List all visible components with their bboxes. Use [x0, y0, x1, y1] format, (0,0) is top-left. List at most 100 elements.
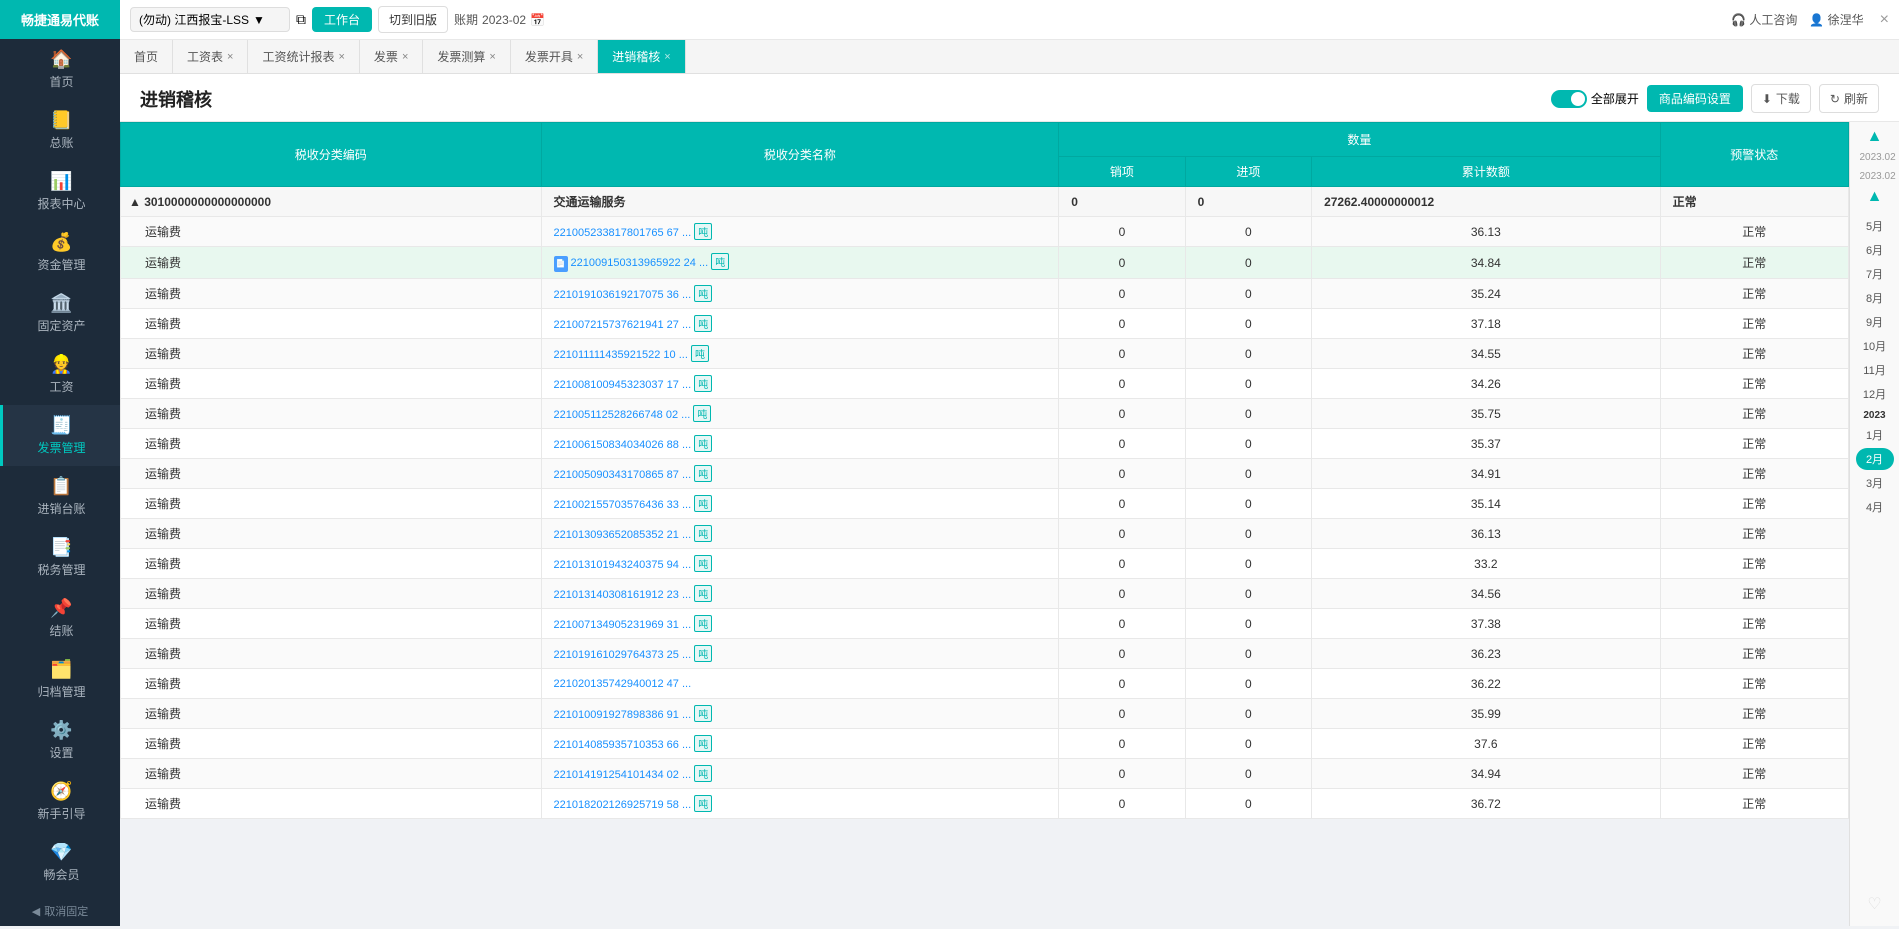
company-selector[interactable]: (勿动) 江西报宝-LSS ▼ [130, 7, 290, 32]
calendar-up-arrow[interactable]: ▲ [1867, 128, 1883, 146]
tab-label: 发票 [374, 48, 398, 65]
sidebar-item-salary[interactable]: 👷 工资 [0, 344, 120, 405]
tab-close-icon[interactable]: × [227, 51, 233, 63]
row-name-cell: 运输费 [121, 699, 542, 729]
tab-invoice[interactable]: 发票 × [360, 40, 423, 73]
status-cell: 正常 [1660, 489, 1848, 519]
tab-close-icon[interactable]: × [577, 51, 583, 63]
tag-btn[interactable]: 吨 [694, 435, 712, 452]
month-2023-3[interactable]: 3月 [1856, 472, 1894, 494]
sidebar-item-inout[interactable]: 📋 进销台账 [0, 466, 120, 527]
tab-label: 工资统计报表 [262, 48, 334, 65]
year-month-item-2023-02b[interactable]: 2023.02 [1856, 168, 1894, 185]
tab-label: 发票开具 [525, 48, 573, 65]
month-9[interactable]: 9月 [1856, 311, 1894, 333]
leiji-cell: 36.22 [1312, 669, 1661, 699]
tag-btn[interactable]: 吨 [694, 705, 712, 722]
tab-inout-audit[interactable]: 进销稽核 × [598, 40, 685, 73]
unpin-footer[interactable]: ◀ 取消固定 [0, 893, 120, 929]
tag-btn[interactable]: 吨 [694, 465, 712, 482]
chevron-down-icon: ▼ [253, 13, 265, 27]
close-button[interactable]: × [1880, 11, 1889, 29]
tag-btn[interactable]: 吨 [694, 765, 712, 782]
tag-btn[interactable]: 吨 [694, 795, 712, 812]
avatar-icon: 👤 [1809, 13, 1824, 27]
tag-btn[interactable]: 吨 [693, 405, 711, 422]
month-11[interactable]: 11月 [1856, 359, 1894, 381]
tag-btn[interactable]: 吨 [694, 223, 712, 240]
tag-btn[interactable]: 吨 [694, 585, 712, 602]
tag-btn[interactable]: 吨 [691, 345, 709, 362]
tag-btn[interactable]: 吨 [694, 645, 712, 662]
xiao-cell: 0 [1059, 399, 1185, 429]
tab-payroll-stats[interactable]: 工资统计报表 × [248, 40, 359, 73]
sidebar-item-member[interactable]: 💎 畅会员 [0, 832, 120, 893]
sidebar-item-assets[interactable]: 🏛️ 固定资产 [0, 283, 120, 344]
user-avatar[interactable]: 👤 徐涅华 [1809, 11, 1863, 28]
month-2023-2[interactable]: 2月 [1856, 448, 1894, 470]
period-selector[interactable]: 账期 2023-02 📅 [454, 11, 545, 28]
workspace-button[interactable]: 工作台 [312, 7, 372, 32]
year-month-item-2023-02a[interactable]: 2023.02 [1856, 149, 1894, 166]
leiji-cell: 36.13 [1312, 519, 1661, 549]
month-5[interactable]: 5月 [1856, 215, 1894, 237]
tab-close-icon[interactable]: × [338, 51, 344, 63]
tag-btn[interactable]: 吨 [694, 495, 712, 512]
status-cell: 正常 [1660, 639, 1848, 669]
month-6[interactable]: 6月 [1856, 239, 1894, 261]
tab-home[interactable]: 首页 [120, 40, 173, 73]
jin-cell: 0 [1185, 187, 1311, 217]
tab-close-icon[interactable]: × [664, 51, 670, 63]
calendar-up-arrow2[interactable]: ▲ [1867, 188, 1883, 206]
status-cell: 正常 [1660, 729, 1848, 759]
tag-btn[interactable]: 吨 [694, 555, 712, 572]
tag-btn[interactable]: 吨 [694, 375, 712, 392]
xiao-cell: 0 [1059, 339, 1185, 369]
sidebar-item-home[interactable]: 🏠 首页 [0, 39, 120, 100]
file-icon[interactable]: 📄 [554, 256, 568, 272]
refresh-label: 刷新 [1844, 90, 1868, 107]
table-row: 运输费 221005090343170865 87 ... 吨 0 0 34.9… [121, 459, 1849, 489]
xiao-cell: 0 [1059, 217, 1185, 247]
tab-invoice-issue[interactable]: 发票开具 × [511, 40, 598, 73]
tag-btn[interactable]: 吨 [694, 615, 712, 632]
sidebar-item-closing[interactable]: 📌 结账 [0, 588, 120, 649]
row-code-cell: 221006150834034026 88 ... 吨 [541, 429, 1059, 459]
tab-close-icon[interactable]: × [489, 51, 495, 63]
tab-payroll[interactable]: 工资表 × [173, 40, 248, 73]
sidebar-item-archive[interactable]: 🗂️ 归档管理 [0, 649, 120, 710]
sidebar-item-invoice[interactable]: 🧾 发票管理 [0, 405, 120, 466]
sidebar-item-ledger[interactable]: 📒 总账 [0, 100, 120, 161]
sidebar-item-settings[interactable]: ⚙️ 设置 [0, 710, 120, 771]
tag-btn[interactable]: 吨 [694, 525, 712, 542]
tag-btn[interactable]: 吨 [694, 315, 712, 332]
copy-icon[interactable]: ⧉ [296, 11, 306, 28]
month-2023-4[interactable]: 4月 [1856, 496, 1894, 518]
tab-invoice-calc[interactable]: 发票测算 × [423, 40, 510, 73]
month-8[interactable]: 8月 [1856, 287, 1894, 309]
jin-cell: 0 [1185, 669, 1311, 699]
support-link[interactable]: 🎧 人工咨询 [1731, 11, 1797, 28]
tag-btn[interactable]: 吨 [694, 735, 712, 752]
leiji-cell: 34.91 [1312, 459, 1661, 489]
tag-btn[interactable]: 吨 [694, 285, 712, 302]
switch-version-button[interactable]: 切到旧版 [378, 6, 448, 33]
product-code-settings-button[interactable]: 商品编码设置 [1647, 85, 1743, 112]
month-7[interactable]: 7月 [1856, 263, 1894, 285]
tab-close-icon[interactable]: × [402, 51, 408, 63]
tab-label: 工资表 [187, 48, 223, 65]
sidebar-item-reports[interactable]: 📊 报表中心 [0, 161, 120, 222]
month-12[interactable]: 12月 [1856, 383, 1894, 405]
download-button[interactable]: ⬇ 下载 [1751, 84, 1811, 113]
sidebar-item-guide[interactable]: 🧭 新手引导 [0, 771, 120, 832]
sidebar-item-tax[interactable]: 📑 税务管理 [0, 527, 120, 588]
refresh-button[interactable]: ↻ 刷新 [1819, 84, 1879, 113]
row-code-cell: 221005233817801765 67 ... 吨 [541, 217, 1059, 247]
sidebar-item-funds[interactable]: 💰 资金管理 [0, 222, 120, 283]
jin-cell: 0 [1185, 759, 1311, 789]
tag-btn[interactable]: 吨 [711, 253, 729, 270]
month-2023-1[interactable]: 1月 [1856, 424, 1894, 446]
expand-toggle[interactable] [1551, 90, 1587, 108]
xiao-cell: 0 [1059, 729, 1185, 759]
month-10[interactable]: 10月 [1856, 335, 1894, 357]
